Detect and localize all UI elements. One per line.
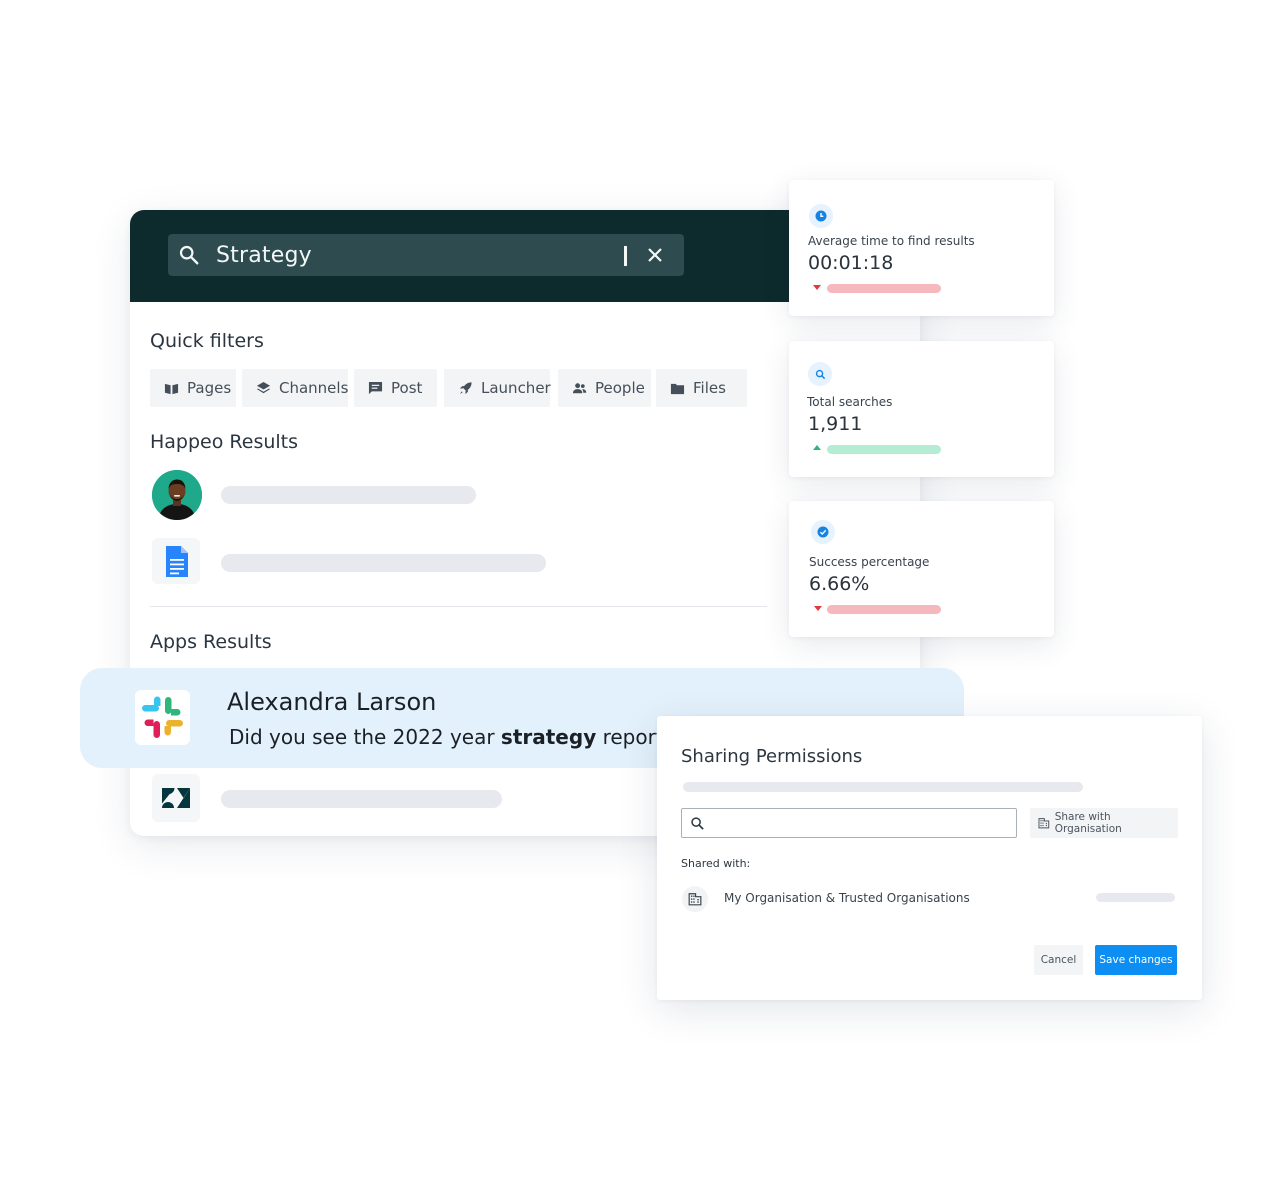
trend-down-icon bbox=[814, 606, 822, 611]
result-placeholder bbox=[221, 554, 546, 572]
rocket-icon bbox=[459, 381, 472, 394]
sharing-permissions-dialog: Sharing Permissions Share with Organisat… bbox=[657, 716, 1202, 1000]
metric-label: Success percentage bbox=[809, 555, 930, 569]
shared-organisation-entry: My Organisation & Trusted Organisations bbox=[724, 891, 970, 905]
metric-value: 00:01:18 bbox=[808, 252, 894, 274]
save-changes-button[interactable]: Save changes bbox=[1095, 945, 1177, 975]
search-icon bbox=[179, 245, 199, 265]
message-text: Did you see the 2022 year strategy repor… bbox=[229, 725, 674, 749]
filter-launcher[interactable]: Launcher bbox=[444, 369, 551, 407]
filter-people[interactable]: People bbox=[558, 369, 651, 407]
building-icon bbox=[1038, 818, 1050, 829]
zendesk-tile[interactable] bbox=[152, 774, 200, 822]
clock-icon bbox=[809, 204, 833, 228]
filter-label: Channels bbox=[279, 379, 349, 397]
message-author: Alexandra Larson bbox=[227, 688, 437, 716]
metric-value: 1,911 bbox=[808, 413, 863, 435]
filter-label: Files bbox=[693, 379, 726, 397]
permission-placeholder bbox=[1096, 893, 1175, 902]
check-circle-icon bbox=[811, 520, 835, 544]
description-placeholder bbox=[683, 782, 1083, 792]
building-icon bbox=[682, 886, 708, 912]
filter-files[interactable]: Files bbox=[656, 369, 747, 407]
slack-logo-tile bbox=[135, 690, 190, 745]
trend-bar bbox=[827, 284, 941, 293]
search-icon bbox=[691, 817, 704, 830]
metric-label: Total searches bbox=[807, 395, 893, 409]
layers-icon bbox=[256, 381, 271, 393]
metric-card-total-searches: Total searches 1,911 bbox=[789, 341, 1054, 477]
filter-label: Launcher bbox=[481, 379, 551, 397]
search-bar[interactable]: Strategy bbox=[168, 234, 684, 276]
trend-bar bbox=[827, 445, 941, 454]
share-search-input[interactable] bbox=[681, 808, 1017, 838]
message-icon bbox=[368, 381, 383, 394]
filter-label: Pages bbox=[187, 379, 232, 397]
share-with-organisation-button[interactable]: Share with Organisation bbox=[1030, 808, 1178, 838]
text-cursor bbox=[624, 246, 627, 266]
metric-card-average-time: Average time to find results 00:01:18 bbox=[789, 180, 1054, 316]
close-icon[interactable] bbox=[646, 246, 664, 264]
quick-filters-title: Quick filters bbox=[150, 330, 264, 352]
result-placeholder bbox=[221, 486, 476, 504]
trend-up-icon bbox=[813, 445, 821, 450]
document-tile[interactable] bbox=[152, 538, 200, 584]
book-icon bbox=[164, 383, 179, 394]
person-avatar-image bbox=[152, 470, 202, 520]
avatar[interactable] bbox=[152, 470, 202, 520]
message-highlight-term: strategy bbox=[500, 725, 597, 749]
metric-label: Average time to find results bbox=[808, 234, 975, 248]
metric-card-success-percentage: Success percentage 6.66% bbox=[789, 501, 1054, 637]
google-docs-icon bbox=[166, 546, 188, 577]
result-placeholder bbox=[221, 790, 502, 808]
folder-icon bbox=[670, 383, 685, 394]
happeo-results-title: Happeo Results bbox=[150, 431, 299, 453]
filter-label: People bbox=[595, 379, 645, 397]
zendesk-icon bbox=[162, 788, 190, 808]
shared-with-label: Shared with: bbox=[681, 857, 751, 870]
apps-results-title: Apps Results bbox=[150, 631, 272, 653]
share-with-organisation-label: Share with Organisation bbox=[1054, 811, 1122, 835]
slack-icon bbox=[142, 696, 183, 738]
cancel-button[interactable]: Cancel bbox=[1034, 945, 1083, 975]
search-icon bbox=[808, 362, 832, 386]
message-text-before: Did you see the 2022 year bbox=[229, 725, 501, 749]
people-icon bbox=[572, 382, 587, 393]
filter-channels[interactable]: Channels bbox=[242, 369, 348, 407]
trend-down-icon bbox=[813, 285, 821, 290]
dialog-title: Sharing Permissions bbox=[681, 746, 863, 767]
filter-pages[interactable]: Pages bbox=[150, 369, 236, 407]
metric-value: 6.66% bbox=[809, 573, 870, 595]
section-divider bbox=[150, 606, 767, 607]
filter-label: Post bbox=[391, 379, 423, 397]
filter-post[interactable]: Post bbox=[354, 369, 437, 407]
trend-bar bbox=[827, 605, 941, 614]
search-input[interactable]: Strategy bbox=[216, 243, 312, 268]
